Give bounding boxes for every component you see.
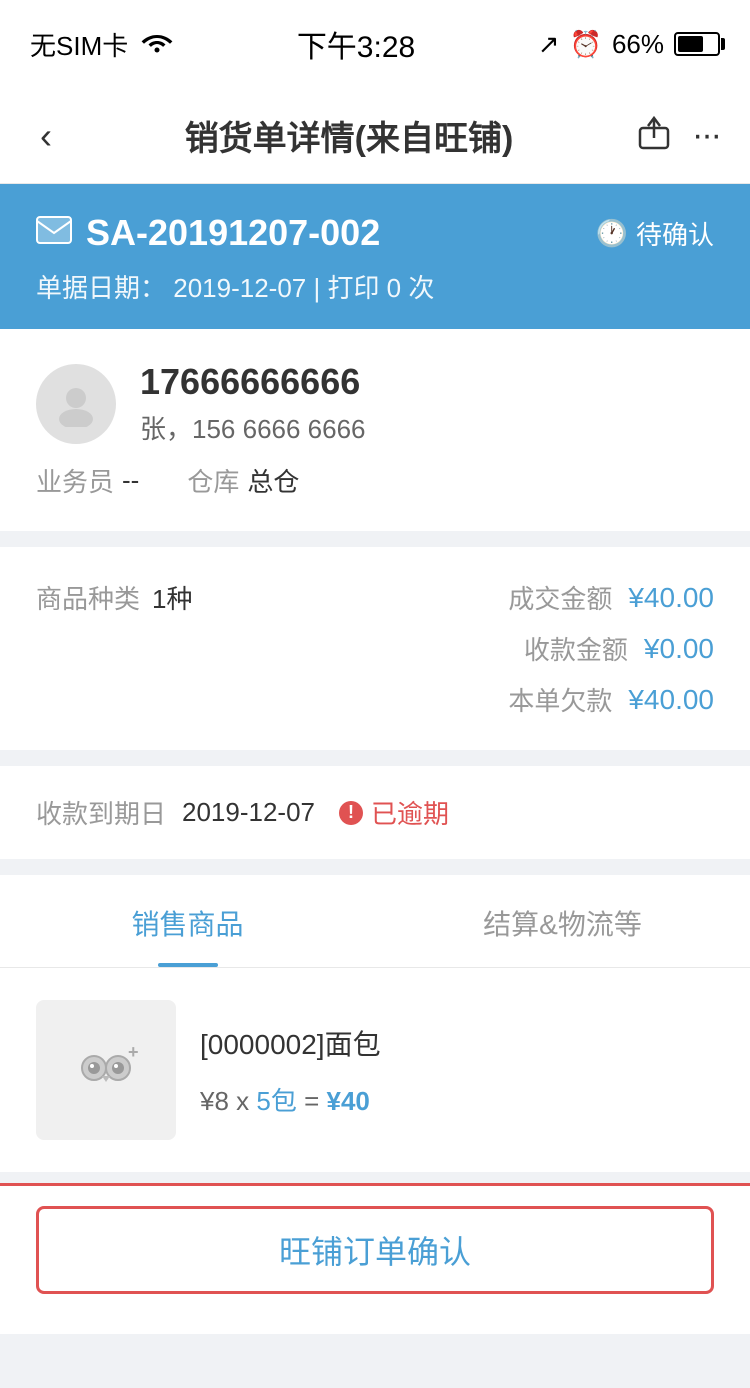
order-id: SA-20191207-002 (36, 212, 380, 254)
summary-card: 商品种类 1种 成交金额 ¥40.00 收款金额 ¥0.00 本单欠款 ¥40.… (0, 547, 750, 750)
nav-actions: ··· (636, 114, 720, 158)
product-thumbnail: + (36, 1000, 176, 1140)
clock-icon: 🕐 (596, 218, 628, 249)
customer-meta: 业务员 -- 仓库 总仓 (36, 462, 714, 499)
battery-icon (674, 32, 720, 56)
status-text: 待确认 (636, 215, 714, 252)
customer-info-row: 17666666666 张，156 6666 6666 (36, 361, 714, 446)
product-quantity: 5包 (256, 1086, 296, 1116)
status-bar: 无SIM卡 下午3:28 ↗ ⏰ 66% (0, 0, 750, 88)
order-date-row: 单据日期： 2019-12-07 | 打印 0 次 (36, 268, 714, 305)
page-title: 销货单详情(来自旺铺) (62, 111, 636, 160)
product-unit-price: ¥8 (200, 1086, 229, 1116)
owed-amount-row: 本单欠款 ¥40.00 (508, 681, 714, 718)
overdue-icon: ! (339, 801, 363, 825)
wifi-icon (140, 29, 174, 60)
receipt-amount-label: 收款金额 (524, 630, 628, 667)
summary-right: 成交金额 ¥40.00 收款金额 ¥0.00 本单欠款 ¥40.00 (508, 579, 714, 718)
location-icon: ↗ (538, 29, 560, 60)
product-list: + [0000002]面包 ¥8 x 5包 = ¥40 (0, 968, 750, 1172)
multiply-sign: x (236, 1086, 256, 1116)
back-button[interactable]: ‹ (30, 105, 62, 167)
alarm-icon: ⏰ (570, 29, 602, 60)
customer-card: 17666666666 张，156 6666 6666 业务员 -- 仓库 总仓 (0, 329, 750, 531)
product-thumb-inner: + (36, 1000, 176, 1140)
print-text: | 打印 0 次 (313, 273, 434, 303)
overdue-badge: ! 已逾期 (339, 794, 449, 831)
product-total: ¥40 (327, 1086, 370, 1116)
tab-settlement[interactable]: 结算&物流等 (375, 875, 750, 967)
due-date-card: 收款到期日 2019-12-07 ! 已逾期 (0, 766, 750, 859)
product-price-row: ¥8 x 5包 = ¥40 (200, 1081, 714, 1118)
product-type-value: 1种 (152, 579, 192, 616)
date-value: 2019-12-07 (173, 273, 306, 303)
tab-products-label: 销售商品 (131, 909, 243, 940)
tabs-container: 销售商品 结算&物流等 (0, 875, 750, 968)
due-date-value: 2019-12-07 (182, 797, 315, 828)
svg-text:+: + (128, 1042, 139, 1062)
table-row: + [0000002]面包 ¥8 x 5包 = ¥40 (0, 968, 750, 1172)
bottom-bar: 旺铺订单确认 (0, 1183, 750, 1334)
overdue-text: 已逾期 (371, 794, 449, 831)
status-left: 无SIM卡 (30, 26, 174, 63)
transaction-amount-value: ¥40.00 (628, 582, 714, 614)
sim-text: 无SIM卡 (30, 26, 128, 63)
warehouse-label: 仓库 (187, 462, 239, 499)
tab-settlement-label: 结算&物流等 (483, 909, 642, 940)
tab-products[interactable]: 销售商品 (0, 875, 375, 967)
share-button[interactable] (636, 114, 672, 158)
order-envelope-icon (36, 212, 72, 254)
receipt-amount-value: ¥0.00 (644, 633, 714, 665)
salesperson-value: -- (122, 465, 139, 496)
nav-bar: ‹ 销货单详情(来自旺铺) ··· (0, 88, 750, 184)
product-info: [0000002]面包 ¥8 x 5包 = ¥40 (200, 1023, 714, 1118)
summary-left: 商品种类 1种 (36, 579, 192, 616)
order-id-text: SA-20191207-002 (86, 212, 380, 254)
transaction-amount-row: 成交金额 ¥40.00 (508, 579, 714, 616)
customer-name: 张，156 6666 6666 (140, 409, 366, 446)
customer-details: 17666666666 张，156 6666 6666 (140, 361, 366, 446)
status-right: ↗ ⏰ 66% (538, 29, 720, 60)
more-button[interactable]: ··· (692, 116, 720, 155)
salesperson-item: 业务员 -- (36, 462, 139, 499)
warehouse-value: 总仓 (247, 462, 299, 499)
order-banner: SA-20191207-002 🕐 待确认 单据日期： 2019-12-07 |… (0, 184, 750, 329)
order-status: 🕐 待确认 (596, 215, 714, 252)
receipt-amount-row: 收款金额 ¥0.00 (524, 630, 714, 667)
equals-sign: = (304, 1086, 326, 1116)
avatar (36, 364, 116, 444)
owed-amount-label: 本单欠款 (508, 681, 612, 718)
salesperson-label: 业务员 (36, 462, 114, 499)
order-id-row: SA-20191207-002 🕐 待确认 (36, 212, 714, 254)
status-time: 下午3:28 (297, 22, 415, 66)
tabs-row: 销售商品 结算&物流等 (0, 875, 750, 968)
product-type-item: 商品种类 1种 (36, 579, 192, 616)
confirm-order-button[interactable]: 旺铺订单确认 (36, 1206, 714, 1294)
warehouse-item: 仓库 总仓 (187, 462, 299, 499)
product-type-label: 商品种类 (36, 579, 140, 616)
owed-amount-value: ¥40.00 (628, 684, 714, 716)
battery-percent: 66% (612, 29, 664, 60)
date-label: 单据日期： (36, 273, 166, 303)
customer-phone: 17666666666 (140, 361, 366, 403)
product-name: [0000002]面包 (200, 1023, 714, 1063)
transaction-amount-label: 成交金额 (508, 579, 612, 616)
confirm-button-label: 旺铺订单确认 (279, 1227, 471, 1273)
due-date-label: 收款到期日 (36, 794, 166, 831)
